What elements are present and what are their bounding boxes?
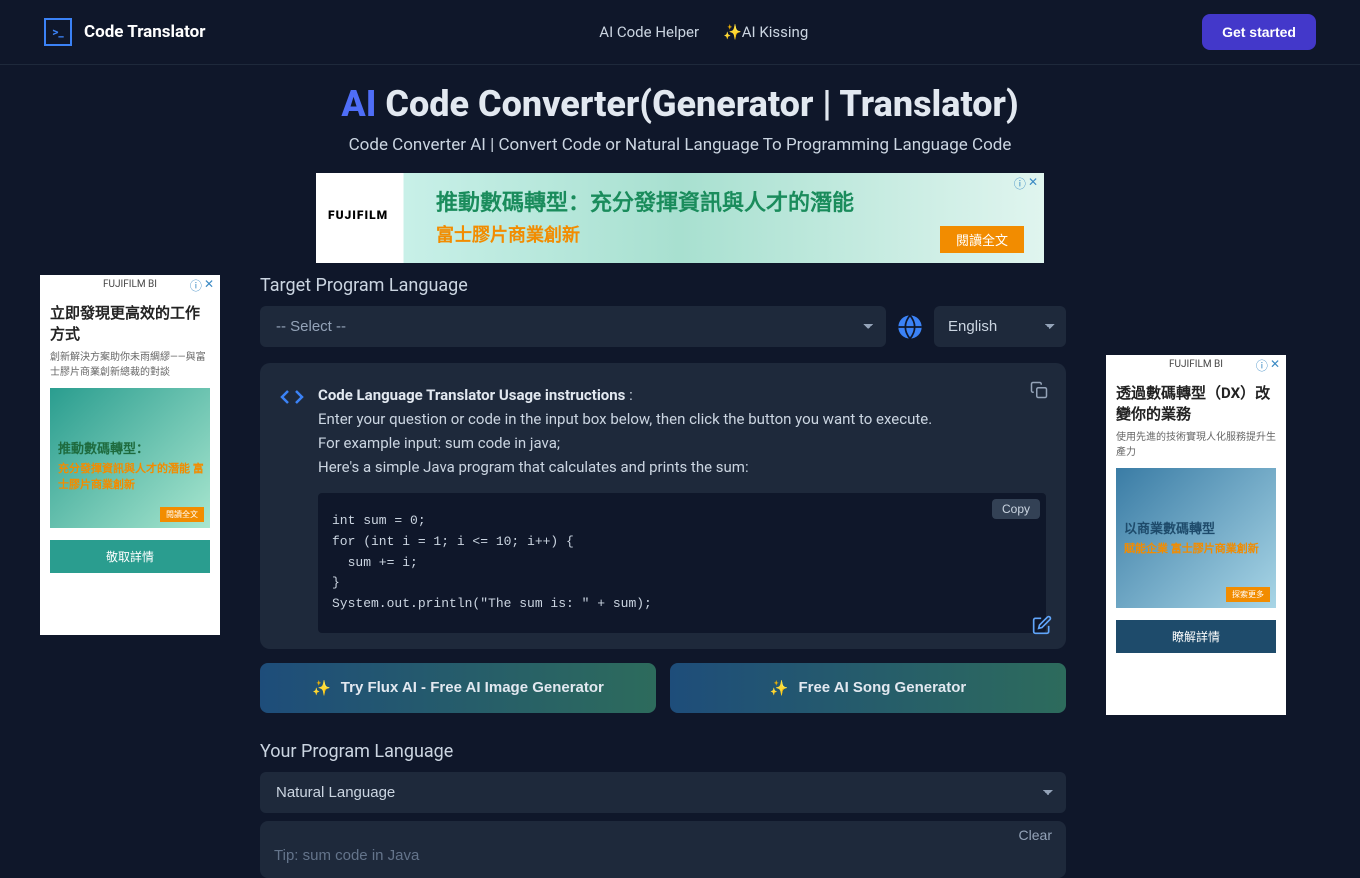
ad-headline: 推動數碼轉型：充分發揮資訊與人才的潛能: [436, 185, 854, 217]
ad-sub: 創新解決方案助你未雨綢繆——與富士膠片商業創新總裁的對談: [40, 346, 220, 380]
nav-link-helper[interactable]: AI Code Helper: [599, 23, 699, 41]
input-card: Clear: [260, 821, 1066, 878]
source-language-select[interactable]: Natural Language: [260, 772, 1066, 813]
source-language-label: Your Program Language: [260, 741, 1066, 762]
ad-sub: 富士膠片商業創新: [436, 221, 580, 247]
nav-link-kissing[interactable]: ✨AI Kissing: [723, 23, 808, 41]
ad-info-icon[interactable]: ⓘ: [1256, 357, 1268, 374]
promo-flux-ai-button[interactable]: ✨ Try Flux AI - Free AI Image Generator: [260, 663, 656, 713]
ad-banner-top[interactable]: FUJIFILM 推動數碼轉型：充分發揮資訊與人才的潛能 富士膠片商業創新 閱讀…: [316, 173, 1044, 263]
ad-close-icon[interactable]: ✕: [204, 277, 214, 294]
ad-banner-left[interactable]: ⓘ✕ FUJIFILM BI 立即發現更高效的工作方式 創新解決方案助你未雨綢繆…: [40, 275, 220, 635]
ad-cta-button[interactable]: 瞭解詳情: [1116, 620, 1276, 653]
ad-brand: FUJIFILM: [328, 208, 388, 222]
ad-title: 透過數碼轉型（DX）改變你的業務: [1106, 374, 1286, 426]
ad-info-icon[interactable]: ⓘ: [1014, 175, 1026, 192]
page-subtitle: Code Converter AI | Convert Code or Natu…: [0, 135, 1360, 155]
copy-code-button[interactable]: Copy: [992, 499, 1040, 519]
clear-button[interactable]: Clear: [1019, 827, 1052, 843]
target-language-select[interactable]: -- Select --: [260, 306, 886, 347]
get-started-button[interactable]: Get started: [1202, 14, 1316, 50]
instructions-heading: Code Language Translator Usage instructi…: [318, 386, 625, 404]
ad-sub: 使用先進的技術實現人化服務提升生產力: [1106, 426, 1286, 460]
ad-banner-right[interactable]: ⓘ✕ FUJIFILM BI 透過數碼轉型（DX）改變你的業務 使用先進的技術實…: [1106, 355, 1286, 715]
brand-name: Code Translator: [84, 22, 205, 42]
ad-info-icon[interactable]: ⓘ: [190, 277, 202, 294]
ad-title: 立即發現更高效的工作方式: [40, 294, 220, 346]
sparkle-icon: ✨: [770, 679, 789, 697]
code-icon: [280, 385, 304, 415]
ad-cta[interactable]: 閱讀全文: [940, 226, 1024, 253]
page-title: AI Code Converter(Generator | Translator…: [0, 83, 1360, 125]
code-example: Copyint sum = 0; for (int i = 1; i <= 10…: [318, 493, 1046, 633]
edit-icon[interactable]: [1032, 615, 1052, 639]
locale-select[interactable]: English: [934, 306, 1066, 347]
logo-icon: >_: [44, 18, 72, 46]
ad-close-icon[interactable]: ✕: [1028, 175, 1038, 192]
code-input[interactable]: [274, 847, 1052, 864]
ad-close-icon[interactable]: ✕: [1270, 357, 1280, 374]
copy-icon[interactable]: [1030, 381, 1048, 403]
globe-icon: [896, 313, 924, 341]
instructions-card: Code Language Translator Usage instructi…: [260, 363, 1066, 649]
ad-cta-button[interactable]: 敬取詳情: [50, 540, 210, 573]
promo-song-gen-button[interactable]: ✨ Free AI Song Generator: [670, 663, 1066, 713]
sparkle-icon: ✨: [312, 679, 331, 697]
target-language-label: Target Program Language: [260, 275, 1066, 296]
